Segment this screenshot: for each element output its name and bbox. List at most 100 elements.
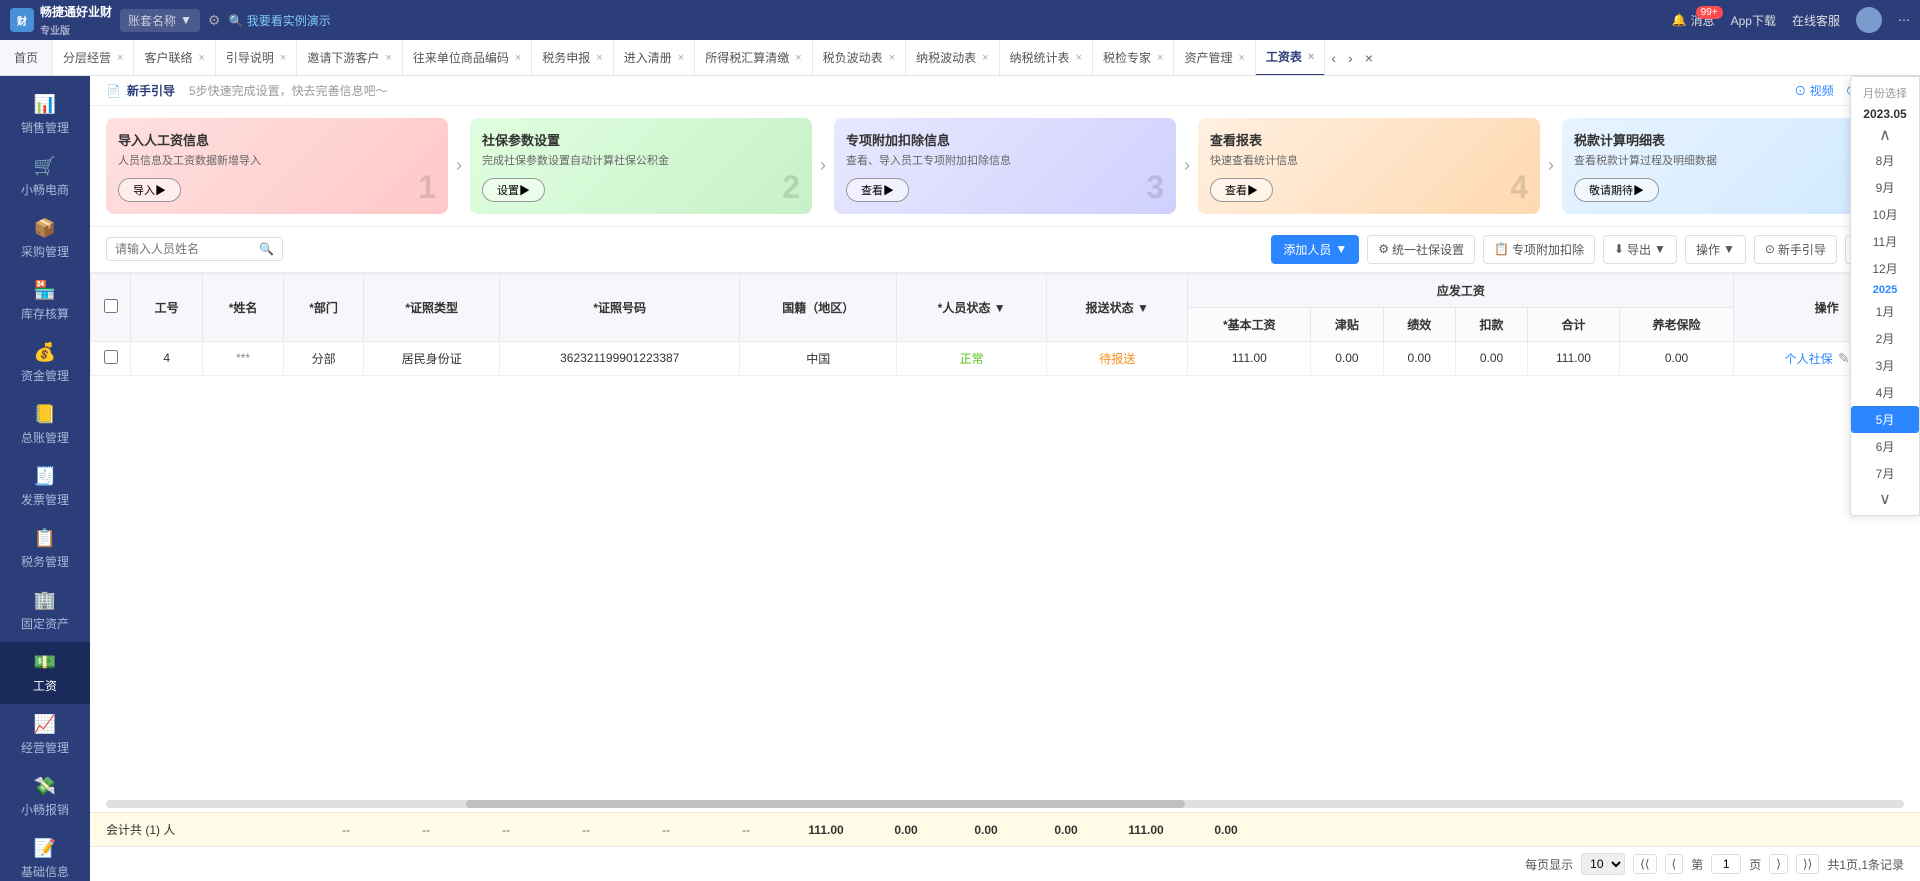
add-person-button[interactable]: 添加人员 ▼ <box>1271 235 1359 264</box>
tab-税务申报[interactable]: 税务申报 × <box>532 40 613 76</box>
online-service-link[interactable]: 在线客服 <box>1792 12 1840 29</box>
more-icon[interactable]: ⋯ <box>1898 13 1910 27</box>
sidebar-label-固定资产: 固定资产 <box>21 615 69 632</box>
step3-btn[interactable]: 查看▶ <box>846 178 909 202</box>
step5-desc: 查看税款计算过程及明细数据 <box>1574 153 1892 170</box>
tab-close-客户联络[interactable]: × <box>198 52 204 64</box>
tab-工资表[interactable]: 工资表 × <box>1256 40 1325 76</box>
step2-num: 2 <box>782 169 800 206</box>
month-down-btn[interactable]: ∨ <box>1877 487 1893 511</box>
tab-close-税检专家[interactable]: × <box>1157 52 1163 64</box>
social-setting-button[interactable]: ⚙ 统一社保设置 <box>1367 235 1475 264</box>
notification-bell[interactable]: 🔔 消息 99+ <box>1672 12 1715 29</box>
special-deduct-button[interactable]: 📋 专项附加扣除 <box>1483 235 1595 264</box>
month-item-11[interactable]: 11月 <box>1851 228 1919 255</box>
tab-所得税汇算清缴[interactable]: 所得税汇算清缴 × <box>695 40 812 76</box>
month-up-btn[interactable]: ∧ <box>1877 123 1893 147</box>
settings-icon[interactable]: ⚙ <box>208 12 221 29</box>
step1-btn[interactable]: 导入▶ <box>118 178 181 202</box>
tab-进入清册[interactable]: 进入清册 × <box>614 40 695 76</box>
tab-税检专家[interactable]: 税检专家 × <box>1093 40 1174 76</box>
tab-close-税负波动表[interactable]: × <box>889 52 895 64</box>
next-page-btn[interactable]: ⟩ <box>1769 854 1788 874</box>
tab-引导说明[interactable]: 引导说明 × <box>216 40 297 76</box>
tab-next-btn[interactable]: › <box>1342 50 1359 66</box>
account-selector[interactable]: 账套名称 ▼ <box>120 9 200 32</box>
select-all-checkbox[interactable] <box>104 299 118 313</box>
tab-close-资产管理[interactable]: × <box>1238 52 1244 64</box>
month-item-5[interactable]: 5月 <box>1851 406 1919 433</box>
demo-link[interactable]: 🔍 我要看实例演示 <box>228 12 330 29</box>
tab-close-往来单位商品编码[interactable]: × <box>515 52 521 64</box>
step4-btn[interactable]: 查看▶ <box>1210 178 1273 202</box>
personal-social-link[interactable]: 个人社保 <box>1785 352 1833 366</box>
tab-close-所得税汇算清缴[interactable]: × <box>795 52 801 64</box>
tab-客户联络[interactable]: 客户联络 × <box>134 40 215 76</box>
tab-往来单位商品编码[interactable]: 往来单位商品编码 × <box>403 40 532 76</box>
sidebar-item-基础信息[interactable]: 📝 基础信息 <box>0 828 90 881</box>
tab-资产管理[interactable]: 资产管理 × <box>1174 40 1255 76</box>
month-item-4[interactable]: 4月 <box>1851 379 1919 406</box>
row-checkbox[interactable] <box>104 350 118 364</box>
month-item-9[interactable]: 9月 <box>1851 174 1919 201</box>
sidebar-item-库存核算[interactable]: 🏪 库存核算 <box>0 270 90 332</box>
tab-prev-btn[interactable]: ‹ <box>1325 50 1342 66</box>
tab-close-分层经营[interactable]: × <box>117 52 123 64</box>
total-records: 共1页,1条记录 <box>1827 856 1904 873</box>
month-item-7[interactable]: 7月 <box>1851 460 1919 487</box>
sidebar-item-小畅电商[interactable]: 🛒 小畅电商 <box>0 146 90 208</box>
month-item-8[interactable]: 8月 <box>1851 147 1919 174</box>
step2-btn[interactable]: 设置▶ <box>482 178 545 202</box>
video-link[interactable]: ⊙ 视频 <box>1794 82 1833 99</box>
search-icon[interactable]: 🔍 <box>259 242 274 256</box>
tab-close-工资表[interactable]: × <box>1308 51 1314 63</box>
status-filter-icon[interactable]: ▼ <box>994 301 1006 315</box>
tab-close-纳税波动表[interactable]: × <box>982 52 988 64</box>
month-item-10[interactable]: 10月 <box>1851 201 1919 228</box>
search-input[interactable] <box>115 242 255 256</box>
tab-close-all-btn[interactable]: × <box>1359 50 1379 66</box>
sidebar-item-固定资产[interactable]: 🏢 固定资产 <box>0 580 90 642</box>
month-item-2[interactable]: 2月 <box>1851 325 1919 352</box>
month-item-3[interactable]: 3月 <box>1851 352 1919 379</box>
page-input[interactable] <box>1711 854 1741 874</box>
last-page-btn[interactable]: ⟩⟩ <box>1796 854 1819 874</box>
tab-纳税统计表[interactable]: 纳税统计表 × <box>1000 40 1093 76</box>
sidebar-item-小畅报销[interactable]: 💸 小畅报销 <box>0 766 90 828</box>
guide-button[interactable]: ⊙ 新手引导 <box>1754 235 1837 264</box>
month-item-1[interactable]: 1月 <box>1851 298 1919 325</box>
sidebar-item-税务管理[interactable]: 📋 税务管理 <box>0 518 90 580</box>
tab-close-税务申报[interactable]: × <box>596 52 602 64</box>
tab-close-进入清册[interactable]: × <box>678 52 684 64</box>
scrollbar-thumb[interactable] <box>466 800 1185 808</box>
month-item-6[interactable]: 6月 <box>1851 433 1919 460</box>
tab-home[interactable]: 首页 <box>0 40 53 76</box>
month-item-12[interactable]: 12月 <box>1851 255 1919 282</box>
sidebar-item-资金管理[interactable]: 💰 资金管理 <box>0 332 90 394</box>
sidebar-item-销售管理[interactable]: 📊 销售管理 <box>0 84 90 146</box>
sidebar-item-发票管理[interactable]: 🧾 发票管理 <box>0 456 90 518</box>
tab-分层经营[interactable]: 分层经营 × <box>53 40 134 76</box>
step5-btn[interactable]: 敬请期待▶ <box>1574 178 1659 202</box>
tab-邀请下游客户[interactable]: 邀请下游客户 × <box>297 40 402 76</box>
tab-税负波动表[interactable]: 税负波动表 × <box>813 40 906 76</box>
tab-纳税波动表[interactable]: 纳税波动表 × <box>906 40 999 76</box>
export-button[interactable]: ⬇ 导出 ▼ <box>1603 235 1677 264</box>
tab-close-引导说明[interactable]: × <box>280 52 286 64</box>
operation-button[interactable]: 操作 ▼ <box>1685 235 1746 264</box>
app-download-link[interactable]: App下载 <box>1731 12 1776 29</box>
edit-icon[interactable]: ✎ <box>1838 350 1850 366</box>
report-filter-icon[interactable]: ▼ <box>1137 301 1149 315</box>
sidebar-item-经营管理[interactable]: 📈 经营管理 <box>0 704 90 766</box>
tab-close-纳税统计表[interactable]: × <box>1076 52 1082 64</box>
first-page-btn[interactable]: ⟨⟨ <box>1633 854 1656 874</box>
sidebar-item-工资[interactable]: 💵 工资 <box>0 642 90 704</box>
page-size-select[interactable]: 10 20 50 <box>1581 853 1625 875</box>
user-avatar[interactable] <box>1856 7 1882 33</box>
funds-icon: 💰 <box>34 342 56 363</box>
sidebar-item-采购管理[interactable]: 📦 采购管理 <box>0 208 90 270</box>
horizontal-scrollbar[interactable] <box>106 800 1904 808</box>
prev-page-btn[interactable]: ⟨ <box>1665 854 1684 874</box>
tab-close-邀请下游客户[interactable]: × <box>385 52 391 64</box>
sidebar-item-总账管理[interactable]: 📒 总账管理 <box>0 394 90 456</box>
